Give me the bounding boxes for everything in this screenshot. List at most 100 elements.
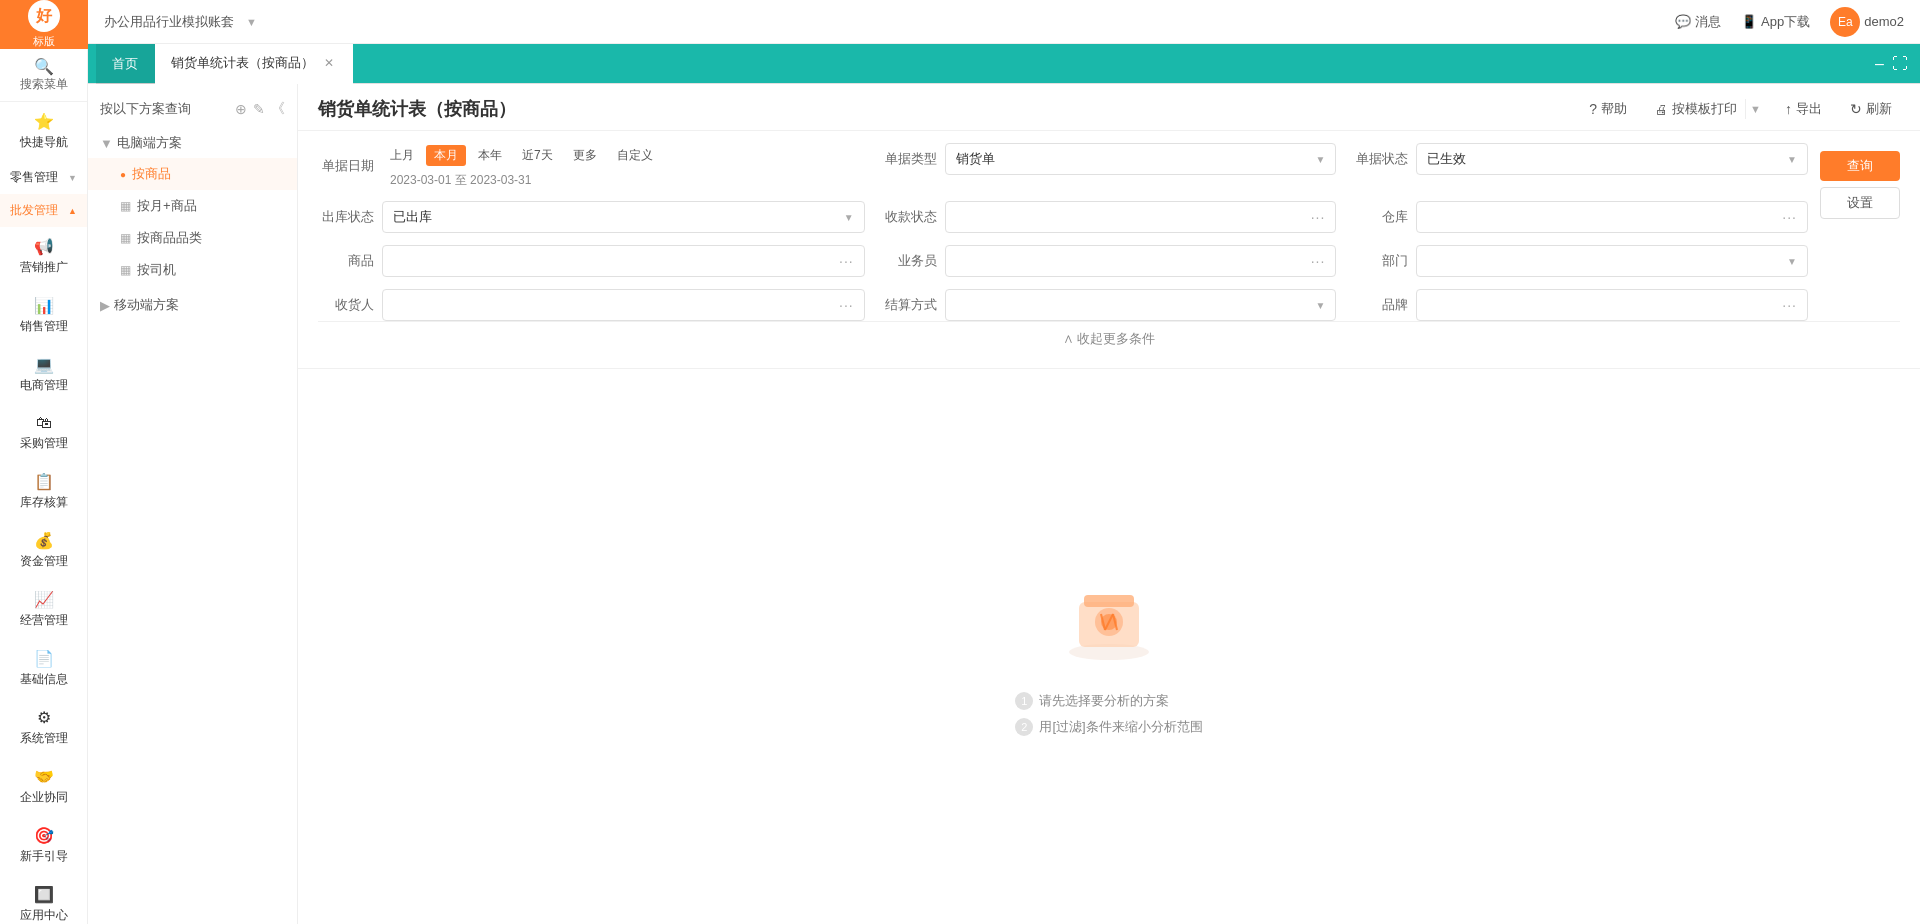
user-info[interactable]: Ea demo2 [1830,7,1904,37]
scheme-by-driver-item[interactable]: ▦ 按司机 [88,254,297,286]
quick-nav-item[interactable]: ⭐ 快捷导航 [0,102,87,161]
maximize-btn[interactable]: ⛶ [1892,55,1908,73]
date-this-month-btn[interactable]: 本月 [426,145,466,166]
tab-close-btn[interactable]: ✕ [322,56,336,70]
search-menu-item[interactable]: 🔍 搜索菜单 [0,49,87,102]
newbie-guide-nav-item[interactable]: 🎯 新手引导 [0,816,87,875]
app-subtitle: 标版 [33,34,55,49]
settlement-label: 结算方式 [881,296,937,314]
finance-nav-item[interactable]: 💰 资金管理 [0,521,87,580]
tab-sales-report-label: 销货单统计表（按商品） [171,54,314,72]
salesperson-control[interactable]: ··· [945,245,1337,277]
app-download-btn[interactable]: 📱 App下载 [1741,13,1810,31]
refresh-label: 刷新 [1866,100,1892,118]
marketing-nav-icon: 📢 [34,237,54,256]
status-filter-control[interactable]: 已生效 ▼ [1416,143,1808,175]
tip-text-2: 用[过滤]条件来缩小分析范围 [1039,718,1202,736]
tabbar: 首页 销货单统计表（按商品） ✕ – ⛶ [88,44,1920,84]
tab-sales-report[interactable]: 销货单统计表（按商品） ✕ [155,44,353,84]
goods-dots: ··· [839,253,854,269]
operations-nav-item[interactable]: 📈 经营管理 [0,580,87,639]
date-last-month-btn[interactable]: 上月 [382,143,422,168]
desktop-scheme-label: 电脑端方案 [117,134,182,152]
template-print-btn[interactable]: 🖨 按模板打印 ▼ [1647,96,1765,122]
topbar-breadcrumb: 办公用品行业模拟账套 [104,13,234,31]
out-status-value: 已出库 [393,208,432,226]
app-center-nav-item[interactable]: 🔲 应用中心 [0,875,87,924]
receipt-status-label: 收款状态 [881,208,937,226]
desktop-scheme-group: ▼ 电脑端方案 ● 按商品 ▦ 按月+商品 ▦ 按商品品类 ▦ 按司机 [88,128,297,286]
type-filter-item: 单据类型 销货单 ▼ [881,143,1337,175]
type-filter-control[interactable]: 销货单 ▼ [945,143,1337,175]
ecommerce-nav-item[interactable]: 💻 电商管理 [0,345,87,404]
ecommerce-nav-icon: 💻 [34,355,54,374]
desktop-scheme-header[interactable]: ▼ 电脑端方案 [88,128,297,158]
warehouse-control[interactable]: ··· [1416,201,1808,233]
svg-rect-2 [1084,595,1134,607]
inventory-nav-icon: 📋 [34,472,54,491]
tab-home[interactable]: 首页 [96,44,155,84]
desktop-scheme-arrow: ▼ [100,136,113,151]
logo-icon: 好 [28,0,60,32]
marketing-nav-label: 营销推广 [20,259,68,276]
empty-tip-2: 2 用[过滤]条件来缩小分析范围 [1015,718,1202,736]
app-center-label: 应用中心 [20,907,68,924]
date-more-btn[interactable]: 更多 [565,143,605,168]
marketing-nav-item[interactable]: 📢 营销推广 [0,227,87,286]
tip-num-2: 2 [1015,718,1033,736]
scheme-by-category-label: 按商品品类 [137,229,202,247]
out-status-control[interactable]: 已出库 ▼ [382,201,865,233]
mobile-scheme-header[interactable]: ▶ 移动端方案 [88,290,297,320]
brand-control[interactable]: ··· [1416,289,1808,321]
type-filter-value: 销货单 [956,150,995,168]
basic-info-nav-label: 基础信息 [20,671,68,688]
purchase-nav-item[interactable]: 🛍 采购管理 [0,404,87,462]
scheme-by-category-item[interactable]: ▦ 按商品品类 [88,222,297,254]
consignee-control[interactable]: ··· [382,289,865,321]
message-btn[interactable]: 💬 消息 [1675,13,1721,31]
topbar-dropdown-icon[interactable]: ▼ [246,16,257,28]
receipt-status-control[interactable]: ··· [945,201,1337,233]
dept-control[interactable]: ▼ [1416,245,1808,277]
date-this-year-btn[interactable]: 本年 [470,143,510,168]
scheme-by-goods-item[interactable]: ● 按商品 [88,158,297,190]
purchase-nav-label: 采购管理 [20,435,68,452]
warehouse-dots: ··· [1782,209,1797,225]
empty-state: 1 请先选择要分析的方案 2 用[过滤]条件来缩小分析范围 [298,369,1920,924]
date-7days-btn[interactable]: 近7天 [514,143,561,168]
wholesale-nav-item[interactable]: 批发管理 ▲ [0,194,87,227]
system-nav-item[interactable]: ⚙ 系统管理 [0,698,87,757]
template-print-main[interactable]: 🖨 按模板打印 [1647,96,1745,122]
collapse-bar[interactable]: ∧ 收起更多条件 [318,321,1900,356]
warehouse-label: 仓库 [1352,208,1408,226]
edit-scheme-btn[interactable]: ✎ [253,101,265,117]
query-btn[interactable]: 查询 [1820,151,1900,181]
empty-svg [1049,557,1169,677]
filter-row-1: 单据日期 上月 本月 本年 近7天 更多 自定义 [318,143,1808,189]
inventory-nav-item[interactable]: 📋 库存核算 [0,462,87,521]
page-actions: ? 帮助 🖨 按模板打印 ▼ ↑ 导出 [1581,96,1900,122]
page-header: 销货单统计表（按商品） ? 帮助 🖨 按模板打印 ▼ ↑ [298,84,1920,131]
refresh-btn[interactable]: ↻ 刷新 [1842,96,1900,122]
export-btn[interactable]: ↑ 导出 [1777,96,1830,122]
add-scheme-btn[interactable]: ⊕ [235,101,247,117]
empty-tips: 1 请先选择要分析的方案 2 用[过滤]条件来缩小分析范围 [1015,692,1202,736]
tip-text-1: 请先选择要分析的方案 [1039,692,1169,710]
collapse-panel-btn[interactable]: 《 [271,100,285,118]
enterprise-collab-nav-item[interactable]: 🤝 企业协同 [0,757,87,816]
goods-control[interactable]: ··· [382,245,865,277]
enterprise-collab-icon: 🤝 [34,767,54,786]
basic-info-nav-item[interactable]: 📄 基础信息 [0,639,87,698]
retail-nav-arrow: ▼ [68,173,77,183]
help-btn[interactable]: ? 帮助 [1581,96,1635,122]
settings-btn[interactable]: 设置 [1820,187,1900,219]
sales-nav-item[interactable]: 📊 销售管理 [0,286,87,345]
filter-main: 单据日期 上月 本月 本年 近7天 更多 自定义 [318,143,1808,321]
retail-nav-item[interactable]: 零售管理 ▼ [0,161,87,194]
settlement-control[interactable]: ▼ [945,289,1337,321]
template-print-arrow[interactable]: ▼ [1745,99,1765,119]
minimize-btn[interactable]: – [1875,55,1884,73]
scheme-by-month-goods-item[interactable]: ▦ 按月+商品 [88,190,297,222]
operations-nav-label: 经营管理 [20,612,68,629]
date-custom-btn[interactable]: 自定义 [609,143,661,168]
